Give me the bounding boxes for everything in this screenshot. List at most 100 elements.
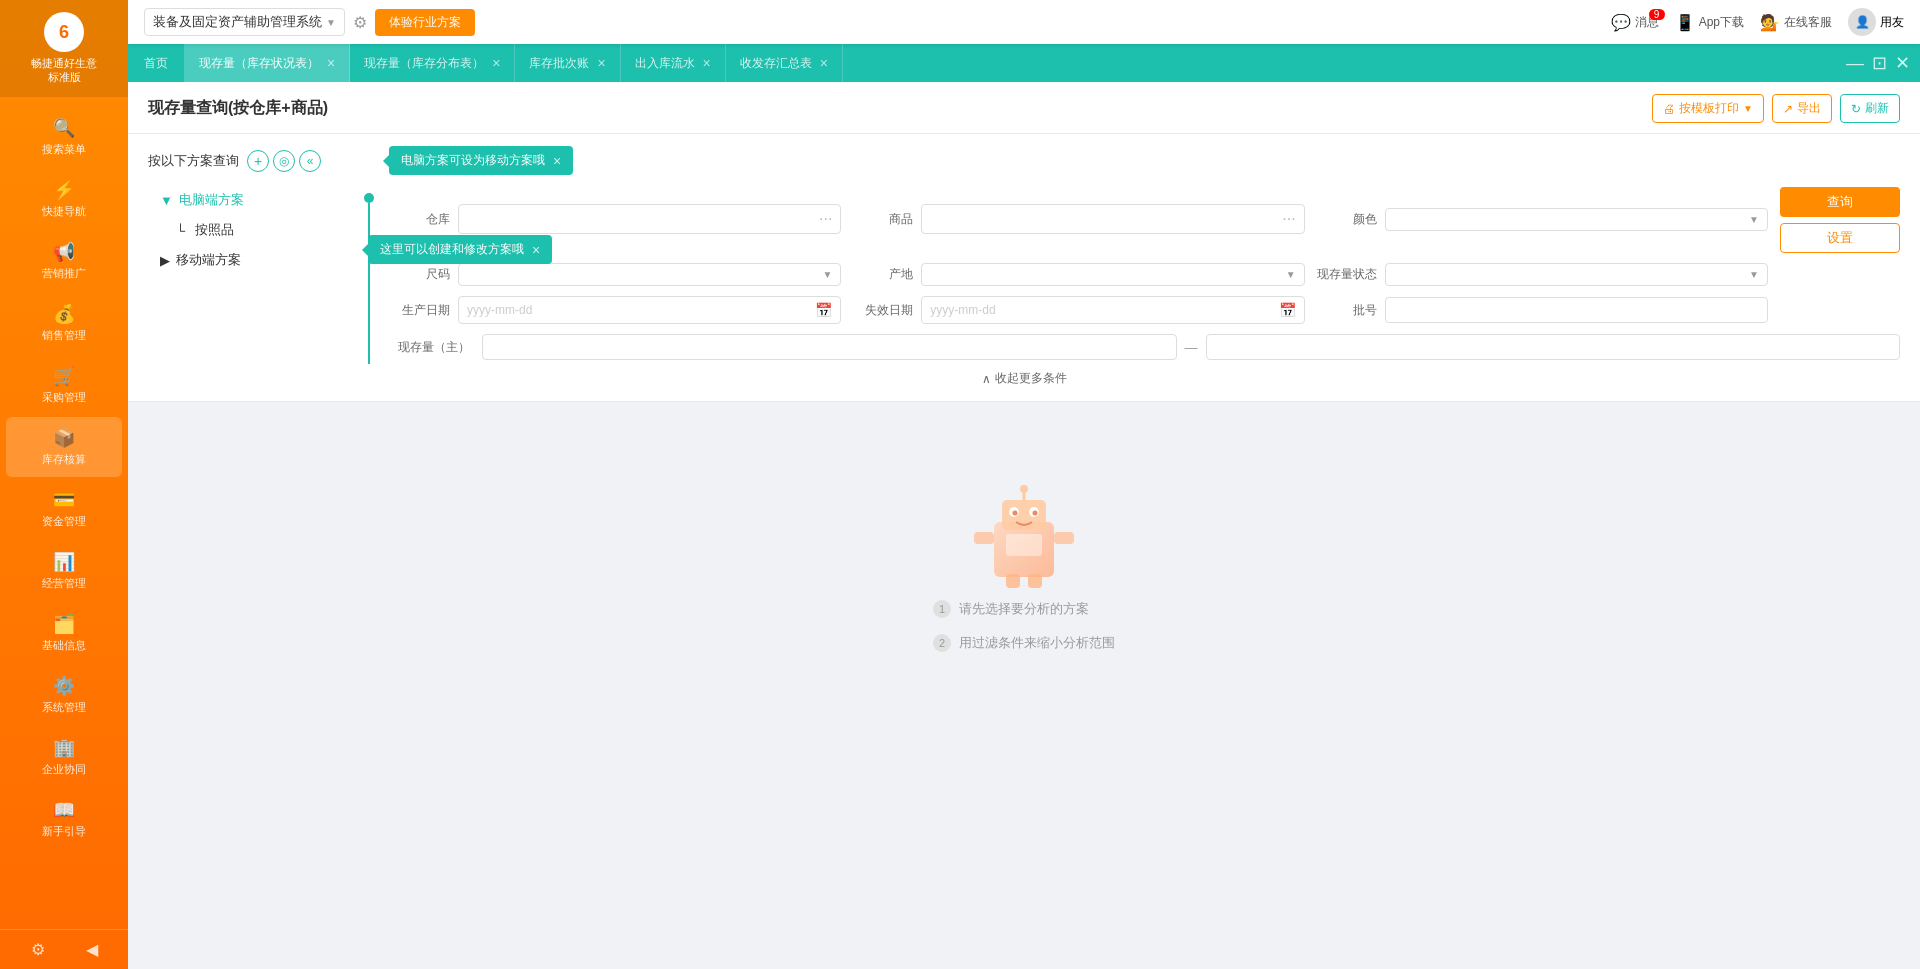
tab-close-icon[interactable]: × <box>597 55 605 71</box>
calendar-icon: 📅 <box>815 302 832 318</box>
scheme-item-pc[interactable]: ▼ 电脑端方案 <box>148 185 348 215</box>
search-icon: 🔍 <box>53 117 75 139</box>
add-scheme-btn[interactable]: + <box>247 150 269 172</box>
batch-label: 批号 <box>1317 302 1377 319</box>
sidebar-item-enterprise[interactable]: 🏢 企业协同 <box>6 727 122 787</box>
size-select[interactable]: ▼ <box>458 263 841 286</box>
user-menu[interactable]: 👤 用友 <box>1848 8 1904 36</box>
tab-in-out-flow[interactable]: 出入库流水 × <box>621 44 726 82</box>
goods-label: 商品 <box>853 211 913 228</box>
filter-row1: 仓库 ··· 商品 ··· 颜色 <box>390 185 1900 253</box>
warehouse-select[interactable]: ··· <box>458 204 841 234</box>
app-download-action[interactable]: 📱 App下载 <box>1675 13 1744 32</box>
scheme-item-pc-sub[interactable]: └ 按照品 <box>148 215 348 245</box>
tooltip2-text: 这里可以创建和修改方案哦 <box>380 241 524 258</box>
stock-min-input[interactable] <box>482 334 1177 360</box>
search-btn[interactable]: 查询 <box>1780 187 1900 217</box>
settings-icon[interactable]: ⚙ <box>31 940 45 959</box>
message-badge: 9 <box>1649 9 1665 20</box>
scheme-back-btn[interactable]: « <box>299 150 321 172</box>
filter-expire-date: 失效日期 yyyy-mm-dd 📅 <box>853 296 1304 324</box>
collapse-label: 收起更多条件 <box>995 370 1067 387</box>
logo-icon: 6 <box>44 12 84 52</box>
origin-select[interactable]: ▼ <box>921 263 1304 286</box>
tab-close-icon[interactable]: × <box>327 55 335 71</box>
filter-row4: 现存量（主） — <box>390 334 1900 360</box>
tab-close-icon[interactable]: × <box>703 55 711 71</box>
tab-batch-ledger[interactable]: 库存批次账 × <box>515 44 620 82</box>
collapse-row: ∧ 收起更多条件 <box>148 364 1900 389</box>
color-select[interactable]: ▼ <box>1385 208 1768 231</box>
empty-illustration <box>964 482 1084 592</box>
scheme-collapse-icon: ▶ <box>160 253 170 268</box>
warehouse-label: 仓库 <box>390 211 450 228</box>
color-arrow-icon: ▼ <box>1749 214 1759 225</box>
tab-maximize-icon[interactable]: ⊡ <box>1870 50 1889 76</box>
industry-btn[interactable]: 体验行业方案 <box>375 9 475 36</box>
system-selector[interactable]: 装备及固定资产辅助管理系统 ▼ <box>144 8 345 36</box>
tooltip1-arrow <box>383 155 389 167</box>
stock-max-input[interactable] <box>1206 334 1901 360</box>
tooltip1-close-icon[interactable]: × <box>553 153 561 169</box>
tooltip2-close-icon[interactable]: × <box>532 242 540 258</box>
tabs-bar: 首页 现存量（库存状况表） × 现存量（库存分布表） × 库存批次账 × 出入库… <box>128 44 1920 82</box>
online-service-action[interactable]: 💁 在线客服 <box>1760 13 1832 32</box>
produce-date-start[interactable]: yyyy-mm-dd 📅 <box>458 296 841 324</box>
collapse-sidebar-icon[interactable]: ◀ <box>86 940 98 959</box>
stock-status-arrow-icon: ▼ <box>1749 269 1759 280</box>
sidebar-item-operation[interactable]: 📊 经营管理 <box>6 541 122 601</box>
gear-icon[interactable]: ⚙ <box>353 13 367 32</box>
scheme-item-mobile[interactable]: ▶ 移动端方案 <box>148 245 348 275</box>
sidebar-item-basic[interactable]: 🗂️ 基础信息 <box>6 603 122 663</box>
tab-inventory-dist[interactable]: 现存量（库存分布表） × <box>350 44 515 82</box>
tab-stock-summary[interactable]: 收发存汇总表 × <box>726 44 843 82</box>
sidebar-item-marketing[interactable]: 📢 营销推广 <box>6 231 122 291</box>
tooltip2-arrow <box>362 244 368 256</box>
message-action[interactable]: 💬 9 消息 <box>1611 13 1659 32</box>
sidebar-item-purchase[interactable]: 🛒 采购管理 <box>6 355 122 415</box>
stock-status-label: 现存量状态 <box>1317 266 1377 283</box>
edit-scheme-btn[interactable]: ◎ <box>273 150 295 172</box>
refresh-label: 刷新 <box>1865 100 1889 117</box>
step2-num: 2 <box>933 634 951 652</box>
filter-top-row: 按以下方案查询 + ◎ « 电脑方案可设为移动方案哦 × <box>148 146 1900 175</box>
refresh-btn[interactable]: ↻ 刷新 <box>1840 94 1900 123</box>
marketing-icon: 📢 <box>53 241 75 263</box>
tooltip2-wrapper: 这里可以创建和修改方案哦 × <box>368 235 552 264</box>
svg-point-5 <box>1033 511 1038 516</box>
sales-icon: 💰 <box>53 303 75 325</box>
reset-btn[interactable]: 设置 <box>1780 223 1900 253</box>
sidebar-logo[interactable]: 6 畅捷通好生意 标准版 <box>0 0 128 97</box>
tab-inventory-status[interactable]: 现存量（库存状况表） × <box>185 44 350 82</box>
goods-select[interactable]: ··· <box>921 204 1304 234</box>
scheme-item-indent-icon: └ <box>176 223 185 238</box>
tab-batch-ledger-label: 库存批次账 <box>529 55 589 72</box>
print-btn[interactable]: 🖨 按模板打印 ▼ <box>1652 94 1764 123</box>
filter-label: 按以下方案查询 <box>148 152 239 170</box>
tab-close-icon[interactable]: × <box>820 55 828 71</box>
expire-date-start[interactable]: yyyy-mm-dd 📅 <box>921 296 1304 324</box>
print-icon: 🖨 <box>1663 102 1675 116</box>
purchase-icon: 🛒 <box>53 365 75 387</box>
stock-status-select[interactable]: ▼ <box>1385 263 1768 286</box>
sidebar-item-label: 资金管理 <box>42 514 86 529</box>
sidebar-item-system[interactable]: ⚙️ 系统管理 <box>6 665 122 725</box>
empty-state: 1 请先选择要分析的方案 2 用过滤条件来缩小分析范围 <box>128 402 1920 740</box>
batch-input[interactable] <box>1385 297 1768 323</box>
filter-row3: 生产日期 yyyy-mm-dd 📅 失效日期 yyyy-mm-dd 📅 <box>390 296 1900 324</box>
tab-home[interactable]: 首页 <box>128 44 185 82</box>
tab-minimize-icon[interactable]: — <box>1844 51 1866 76</box>
sidebar-item-search[interactable]: 🔍 搜索菜单 <box>6 107 122 167</box>
sidebar-item-guide[interactable]: 📖 新手引导 <box>6 789 122 849</box>
export-btn[interactable]: ↗ 导出 <box>1772 94 1832 123</box>
tab-stock-summary-label: 收发存汇总表 <box>740 55 812 72</box>
sidebar-item-finance[interactable]: 💳 资金管理 <box>6 479 122 539</box>
sidebar-item-sales[interactable]: 💰 销售管理 <box>6 293 122 353</box>
collapse-btn[interactable]: ∧ 收起更多条件 <box>982 370 1067 387</box>
indicator-dot <box>364 193 374 203</box>
avatar: 👤 <box>1848 8 1876 36</box>
sidebar-item-quicknav[interactable]: ⚡ 快捷导航 <box>6 169 122 229</box>
tab-close-icon[interactable]: × <box>492 55 500 71</box>
sidebar-item-inventory[interactable]: 📦 库存核算 <box>6 417 122 477</box>
tab-closeall-icon[interactable]: ✕ <box>1893 50 1912 76</box>
